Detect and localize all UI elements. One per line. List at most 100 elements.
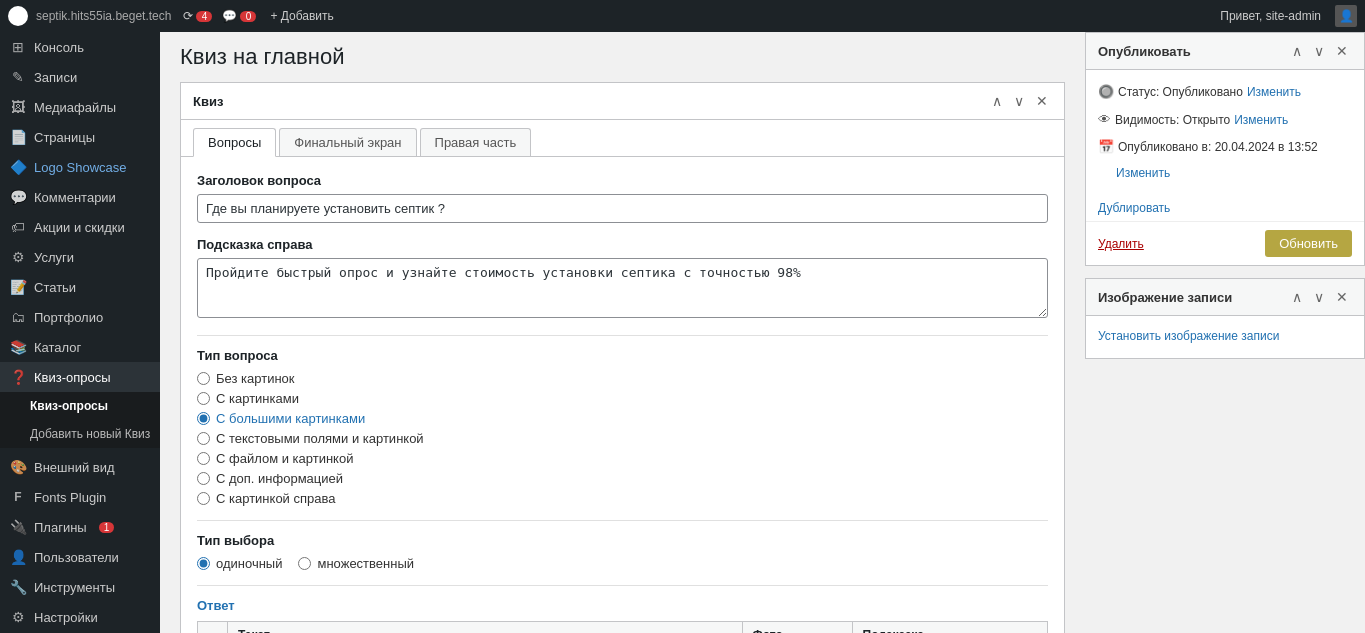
radio-s-kartinkami-label: С картинками — [216, 391, 299, 406]
comments-badge: 0 — [240, 11, 256, 22]
tab-voprosy[interactable]: Вопросы — [193, 128, 276, 157]
zapisi-icon: ✎ — [10, 69, 26, 85]
sidebar-item-kviz[interactable]: ❓ Квиз-опросы — [0, 362, 160, 392]
duplicate-link[interactable]: Дублировать — [1098, 201, 1170, 215]
col-text: Текст — [228, 622, 743, 634]
image-panel: Изображение записи ∧ ∨ ✕ Установить изоб… — [1085, 278, 1365, 359]
radio-bez-kartinok-input[interactable] — [197, 372, 210, 385]
sidebar-item-label: Медиафайлы — [34, 100, 116, 115]
panel-collapse-button[interactable]: ∧ — [988, 91, 1006, 111]
page-title: Квиз на главной — [180, 44, 1065, 70]
sidebar-item-nastroyki[interactable]: ⚙ Настройки — [0, 602, 160, 632]
panel-expand-button[interactable]: ∨ — [1010, 91, 1028, 111]
image-panel-header: Изображение записи ∧ ∨ ✕ — [1086, 279, 1364, 316]
sidebar-item-konsol[interactable]: ⊞ Консоль — [0, 32, 160, 62]
sidebar-item-media[interactable]: 🖼 Медиафайлы — [0, 92, 160, 122]
publish-panel: Опубликовать ∧ ∨ ✕ 🔘 Статус: Опубликован… — [1085, 32, 1365, 266]
update-button[interactable]: Обновить — [1265, 230, 1352, 257]
sidebar-item-stranitsy[interactable]: 📄 Страницы — [0, 122, 160, 152]
status-label: Статус: Опубликовано — [1118, 82, 1243, 104]
updates-icon-item[interactable]: ⟳ 4 — [183, 9, 212, 23]
radio-mnozhestvennyy[interactable]: множественный — [298, 556, 414, 571]
sidebar-item-label: Квиз-опросы — [34, 370, 111, 385]
radio-odinochny-input[interactable] — [197, 557, 210, 570]
radio-s-faylom-input[interactable] — [197, 452, 210, 465]
question-title-input[interactable] — [197, 194, 1048, 223]
publish-panel-content: 🔘 Статус: Опубликовано Изменить 👁 Видимо… — [1086, 70, 1364, 194]
sidebar-item-kviz-list[interactable]: Квиз-опросы — [0, 392, 160, 420]
publish-panel-title: Опубликовать — [1098, 44, 1191, 59]
image-collapse-button[interactable]: ∧ — [1288, 287, 1306, 307]
plaginy-icon: 🔌 — [10, 519, 26, 535]
tab-finalny-ekran[interactable]: Финальный экран — [279, 128, 416, 156]
published-change-link[interactable]: Изменить — [1116, 166, 1170, 180]
sidebar-item-kviz-add[interactable]: Добавить новый Квиз — [0, 420, 160, 448]
sidebar-item-label: Внешний вид — [34, 460, 115, 475]
calendar-icon: 📅 — [1098, 135, 1114, 158]
sidebar-item-aktsii[interactable]: 🏷 Акции и скидки — [0, 212, 160, 242]
image-expand-button[interactable]: ∨ — [1310, 287, 1328, 307]
publish-expand-button[interactable]: ∨ — [1310, 41, 1328, 61]
radio-s-dop-input[interactable] — [197, 472, 210, 485]
question-type-radio-group: Без картинок С картинками С большими кар… — [197, 371, 1048, 506]
hint-textarea[interactable] — [197, 258, 1048, 318]
sidebar-item-polzovateli[interactable]: 👤 Пользователи — [0, 542, 160, 572]
delete-button[interactable]: Удалить — [1098, 237, 1144, 251]
sidebar-item-zapisi[interactable]: ✎ Записи — [0, 62, 160, 92]
uslugi-icon: ⚙ — [10, 249, 26, 265]
sidebar-item-fonts[interactable]: F Fonts Plugin — [0, 482, 160, 512]
radio-s-tekstovymi-input[interactable] — [197, 432, 210, 445]
publish-panel-header: Опубликовать ∧ ∨ ✕ — [1086, 33, 1364, 70]
wp-logo[interactable]: W — [8, 6, 28, 26]
tab-pravaya-chast[interactable]: Правая часть — [420, 128, 532, 156]
publish-collapse-button[interactable]: ∧ — [1288, 41, 1306, 61]
panel-controls: ∧ ∨ ✕ — [988, 91, 1052, 111]
question-type-label: Тип вопроса — [197, 348, 1048, 363]
radio-s-bolshimi-input[interactable] — [197, 412, 210, 425]
konsol-icon: ⊞ — [10, 39, 26, 55]
radio-s-bolshimi[interactable]: С большими картинками — [197, 411, 1048, 426]
radio-s-kartinkami-input[interactable] — [197, 392, 210, 405]
sidebar-item-vneshni-vid[interactable]: 🎨 Внешний вид — [0, 452, 160, 482]
radio-bez-kartinok[interactable]: Без картинок — [197, 371, 1048, 386]
quiz-panel: Квиз ∧ ∨ ✕ Вопросы Финальный экран Права… — [180, 82, 1065, 633]
set-image-link[interactable]: Установить изображение записи — [1098, 329, 1279, 343]
sidebar-item-label: Настройки — [34, 610, 98, 625]
sidebar-item-plaginy[interactable]: 🔌 Плагины 1 — [0, 512, 160, 542]
sidebar-item-label: Пользователи — [34, 550, 119, 565]
publish-close-button[interactable]: ✕ — [1332, 41, 1352, 61]
radio-s-faylom[interactable]: С файлом и картинкой — [197, 451, 1048, 466]
sidebar-item-label: Комментарии — [34, 190, 116, 205]
status-change-link[interactable]: Изменить — [1247, 82, 1301, 104]
comments-icon-item[interactable]: 💬 0 — [222, 9, 256, 23]
radio-s-kartinkoy-sprava-input[interactable] — [197, 492, 210, 505]
sidebar-item-portfolio[interactable]: 🗂 Портфолио — [0, 302, 160, 332]
main-content: Квиз на главной Квиз ∧ ∨ ✕ Вопросы Финал… — [160, 32, 1085, 633]
radio-s-kartinkoy-sprava-label: С картинкой справа — [216, 491, 335, 506]
sidebar-item-katalog[interactable]: 📚 Каталог — [0, 332, 160, 362]
visibility-change-link[interactable]: Изменить — [1234, 110, 1288, 132]
radio-odinochny[interactable]: одиночный — [197, 556, 282, 571]
image-close-button[interactable]: ✕ — [1332, 287, 1352, 307]
choice-type-label: Тип выбора — [197, 533, 1048, 548]
sidebar-item-logo-showcase[interactable]: 🔷 Logo Showcase — [0, 152, 160, 182]
radio-s-kartinkoy-sprava[interactable]: С картинкой справа — [197, 491, 1048, 506]
sidebar-item-stati[interactable]: 📝 Статьи — [0, 272, 160, 302]
radio-s-dop[interactable]: С доп. информацией — [197, 471, 1048, 486]
sidebar-submenu-kviz: Квиз-опросы Добавить новый Квиз — [0, 392, 160, 448]
radio-s-tekstovymi[interactable]: С текстовыми полями и картинкой — [197, 431, 1048, 446]
user-avatar[interactable]: 👤 — [1335, 5, 1357, 27]
sidebar-item-kommentarii[interactable]: 💬 Комментарии — [0, 182, 160, 212]
question-title-group: Заголовок вопроса — [197, 173, 1048, 223]
updates-badge: 4 — [196, 11, 212, 22]
add-button[interactable]: + Добавить — [270, 9, 333, 23]
sidebar-item-instrumenty[interactable]: 🔧 Инструменты — [0, 572, 160, 602]
answer-group: Ответ Текст Фото Подсказка — [197, 598, 1048, 633]
visibility-label: Видимость: Открыто — [1115, 110, 1230, 132]
radio-s-kartinkami[interactable]: С картинками — [197, 391, 1048, 406]
panel-close-button[interactable]: ✕ — [1032, 91, 1052, 111]
user-greeting: Привет, site-admin — [1220, 9, 1321, 23]
site-url[interactable]: septik.hits55ia.beget.tech — [36, 9, 171, 23]
sidebar-item-uslugi[interactable]: ⚙ Услуги — [0, 242, 160, 272]
radio-mnozhestvennyy-input[interactable] — [298, 557, 311, 570]
